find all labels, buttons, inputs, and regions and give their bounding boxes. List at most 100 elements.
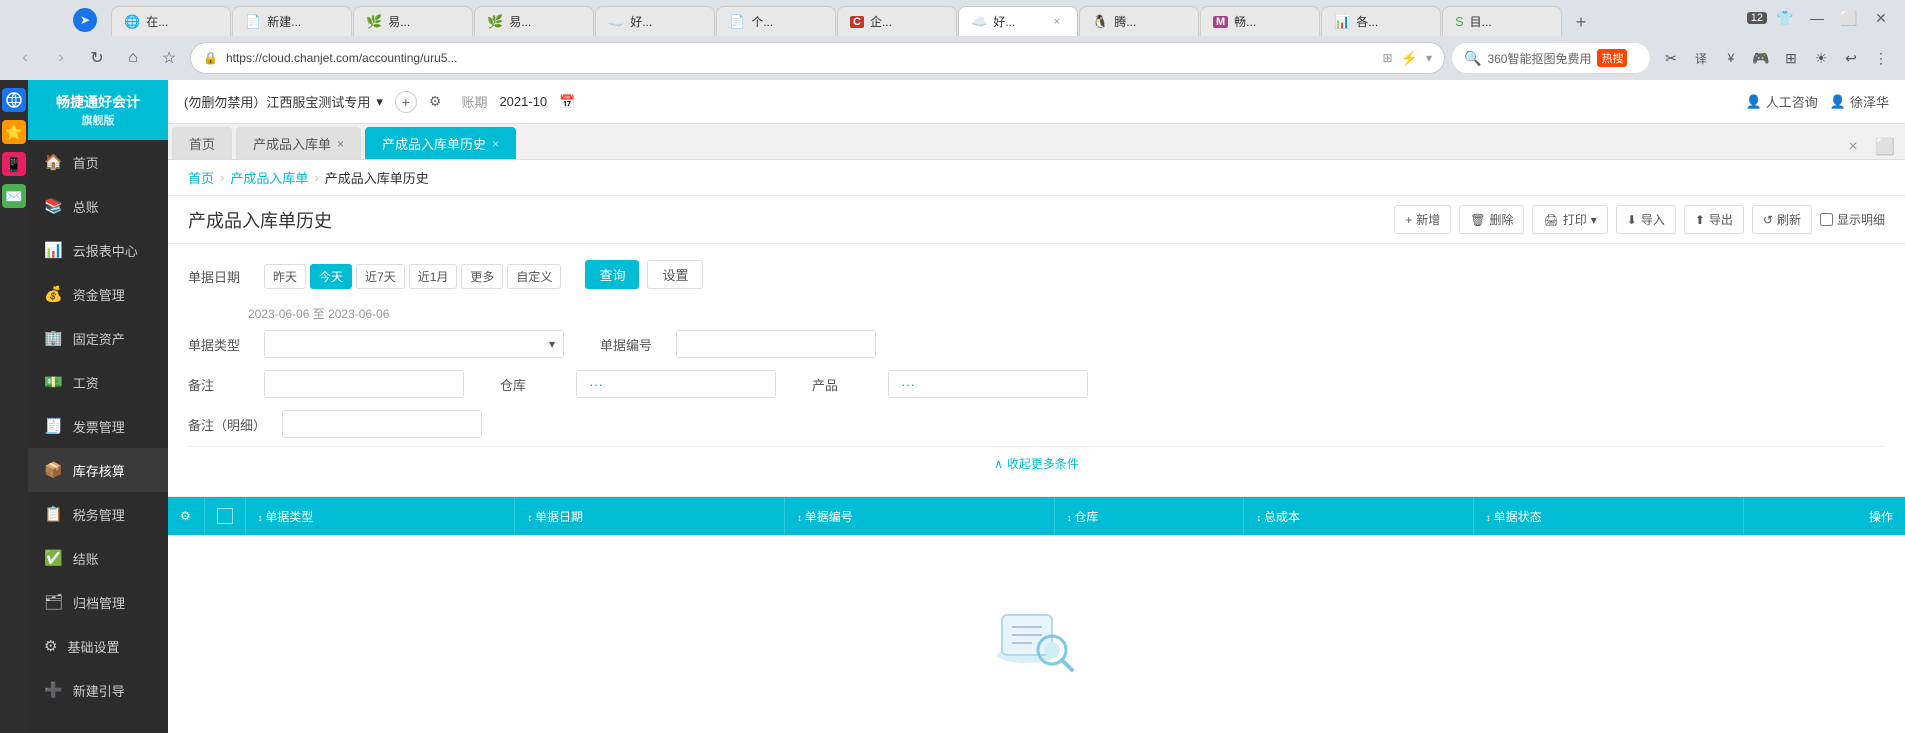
translate-icon[interactable]: 译 [1687, 44, 1715, 72]
tab-6[interactable]: 📄 个... [716, 6, 836, 36]
nav-item-ledger[interactable]: 📚 总账 [28, 184, 168, 228]
date-btn-7days[interactable]: 近7天 [356, 264, 405, 289]
back-button[interactable]: ‹ [10, 43, 40, 73]
tab-11[interactable]: 📊 各... [1321, 6, 1441, 36]
date-btn-more[interactable]: 更多 [461, 264, 503, 289]
tab-1[interactable]: 🌐 在... [111, 6, 231, 36]
page-tab-list-close[interactable]: × [337, 137, 344, 151]
show-detail-checkbox[interactable]: 显示明细 [1820, 211, 1885, 228]
nav-item-settings[interactable]: ⚙ 基础设置 [28, 624, 168, 668]
col-type[interactable]: ↕ 单据类型 [245, 497, 515, 535]
nav-item-inventory[interactable]: 📦 库存核算 [28, 448, 168, 492]
nav-item-guide[interactable]: ➕ 新建引导 [28, 668, 168, 712]
product-select[interactable]: ··· [888, 370, 1088, 398]
home-button[interactable]: ⌂ [118, 43, 148, 73]
undo-icon[interactable]: ↩ [1837, 44, 1865, 72]
gear-settings-icon[interactable]: ⚙ [180, 509, 191, 523]
nav-item-salary[interactable]: 💵 工资 [28, 360, 168, 404]
col-gear[interactable]: ⚙ [168, 497, 204, 535]
maximize-btn[interactable]: ⬜ [1835, 4, 1863, 32]
col-date[interactable]: ↕ 单据日期 [515, 497, 785, 535]
panel-expand-btn[interactable]: ⬜ [1873, 135, 1897, 159]
app-icon-social[interactable]: 📱 [2, 152, 26, 176]
select-all-checkbox[interactable] [217, 508, 233, 524]
date-btn-1month[interactable]: 近1月 [409, 264, 458, 289]
breadcrumb-list[interactable]: 产成品入库单 [230, 168, 308, 187]
col-status[interactable]: ↕ 单据状态 [1473, 497, 1743, 535]
export-btn[interactable]: ⬆ 导出 [1684, 205, 1744, 234]
page-tab-list[interactable]: 产成品入库单 × [236, 127, 361, 159]
date-btn-custom[interactable]: 自定义 [507, 264, 561, 289]
app-icon-mail[interactable]: ✉️ [2, 184, 26, 208]
app-icon-browser[interactable] [2, 88, 26, 112]
page-tab-history[interactable]: 产成品入库单历史 × [365, 127, 516, 159]
nav-item-archive[interactable]: 🗂 归档管理 [28, 580, 168, 624]
tab-8[interactable]: ☁️ 好... × [958, 6, 1078, 36]
refresh-button[interactable]: ↻ [82, 43, 112, 73]
add-button[interactable]: + [395, 91, 417, 113]
dropdown-arrow[interactable]: ▾ [1426, 51, 1432, 65]
tab-8-close[interactable]: × [1049, 14, 1065, 30]
wallet-icon[interactable]: ¥ [1717, 44, 1745, 72]
minimize-btn[interactable]: — [1803, 4, 1831, 32]
nav-item-home[interactable]: 🏠 首页 [28, 140, 168, 184]
tab-10[interactable]: M 畅... [1200, 6, 1320, 36]
query-button[interactable]: 查询 [585, 260, 639, 289]
search-bar[interactable]: 🔍 360智能抠图免费用 热搜 [1451, 42, 1651, 74]
number-input[interactable] [676, 330, 876, 358]
setting-filter-btn[interactable]: 设置 [647, 260, 703, 289]
forward-button[interactable]: › [46, 43, 76, 73]
page-tab-home[interactable]: 首页 [172, 127, 232, 159]
lightning-icon[interactable]: ⚡ [1401, 50, 1418, 67]
tab-2[interactable]: 📄 新建... [232, 6, 352, 36]
bookmark-button[interactable]: ☆ [154, 43, 184, 73]
menu-icon[interactable]: ⋮ [1867, 44, 1895, 72]
extensions-icon[interactable]: ⊞ [1382, 51, 1392, 65]
tab-9[interactable]: 🐧 腾... [1079, 6, 1199, 36]
warehouse-select[interactable]: ··· [576, 370, 776, 398]
scissors-icon[interactable]: ✂ [1657, 44, 1685, 72]
page-tab-history-close[interactable]: × [492, 137, 499, 151]
add-record-btn[interactable]: + 新增 [1394, 205, 1451, 234]
collapse-btn[interactable]: ∧ 收起更多条件 [188, 446, 1885, 480]
note-input[interactable] [264, 370, 464, 398]
import-btn[interactable]: ⬇ 导入 [1616, 205, 1676, 234]
company-select[interactable]: (勿删勿禁用）江西服宝测试专用 ▾ [184, 92, 383, 111]
col-warehouse[interactable]: ↕ 仓库 [1054, 497, 1244, 535]
user-avatar[interactable]: 👤 徐泽华 [1830, 92, 1889, 111]
address-input[interactable]: 🔒 https://cloud.chanjet.com/accounting/u… [190, 42, 1445, 74]
help-button[interactable]: 👤 人工咨询 [1746, 92, 1818, 111]
date-btn-yesterday[interactable]: 昨天 [264, 264, 306, 289]
print-btn[interactable]: 🖨 打印 ▾ [1532, 205, 1607, 234]
tab-12[interactable]: S 目... [1442, 6, 1562, 36]
tab-4[interactable]: 🌿 易... [474, 6, 594, 36]
close-btn[interactable]: ✕ [1867, 4, 1895, 32]
tab-7[interactable]: C 企... [837, 6, 957, 36]
note-detail-input[interactable] [282, 410, 482, 438]
nav-item-tax[interactable]: 📋 税务管理 [28, 492, 168, 536]
calendar-icon[interactable]: 📅 [559, 94, 575, 110]
col-check[interactable] [204, 497, 245, 535]
theme-icon[interactable]: ☀ [1807, 44, 1835, 72]
nav-item-invoice[interactable]: 🧾 发票管理 [28, 404, 168, 448]
tab-3[interactable]: 🌿 易... [353, 6, 473, 36]
type-select[interactable]: ▾ [264, 330, 564, 358]
detail-checkbox-input[interactable] [1820, 213, 1833, 226]
settings-button-topbar[interactable]: ⚙ [429, 93, 442, 110]
new-tab-button[interactable]: + [1567, 8, 1595, 36]
nav-item-assets[interactable]: 🏢 固定资产 [28, 316, 168, 360]
col-number[interactable]: ↕ 单据编号 [784, 497, 1054, 535]
date-btn-today[interactable]: 今天 [310, 264, 352, 289]
delete-record-btn[interactable]: 🗑 删除 [1459, 205, 1524, 234]
shirt-icon[interactable]: 👕 [1771, 4, 1799, 32]
refresh-btn[interactable]: ↺ 刷新 [1752, 205, 1812, 234]
breadcrumb-home[interactable]: 首页 [188, 168, 214, 187]
grid-icon[interactable]: ⊞ [1777, 44, 1805, 72]
nav-item-reports[interactable]: 📊 云报表中心 [28, 228, 168, 272]
tab-5[interactable]: ☁️ 好... [595, 6, 715, 36]
nav-item-funds[interactable]: 💰 资金管理 [28, 272, 168, 316]
game-icon[interactable]: 🎮 [1747, 44, 1775, 72]
panel-close-btn[interactable]: × [1841, 135, 1865, 159]
app-icon-star[interactable]: ⭐ [2, 120, 26, 144]
col-cost[interactable]: ↕ 总成本 [1244, 497, 1474, 535]
